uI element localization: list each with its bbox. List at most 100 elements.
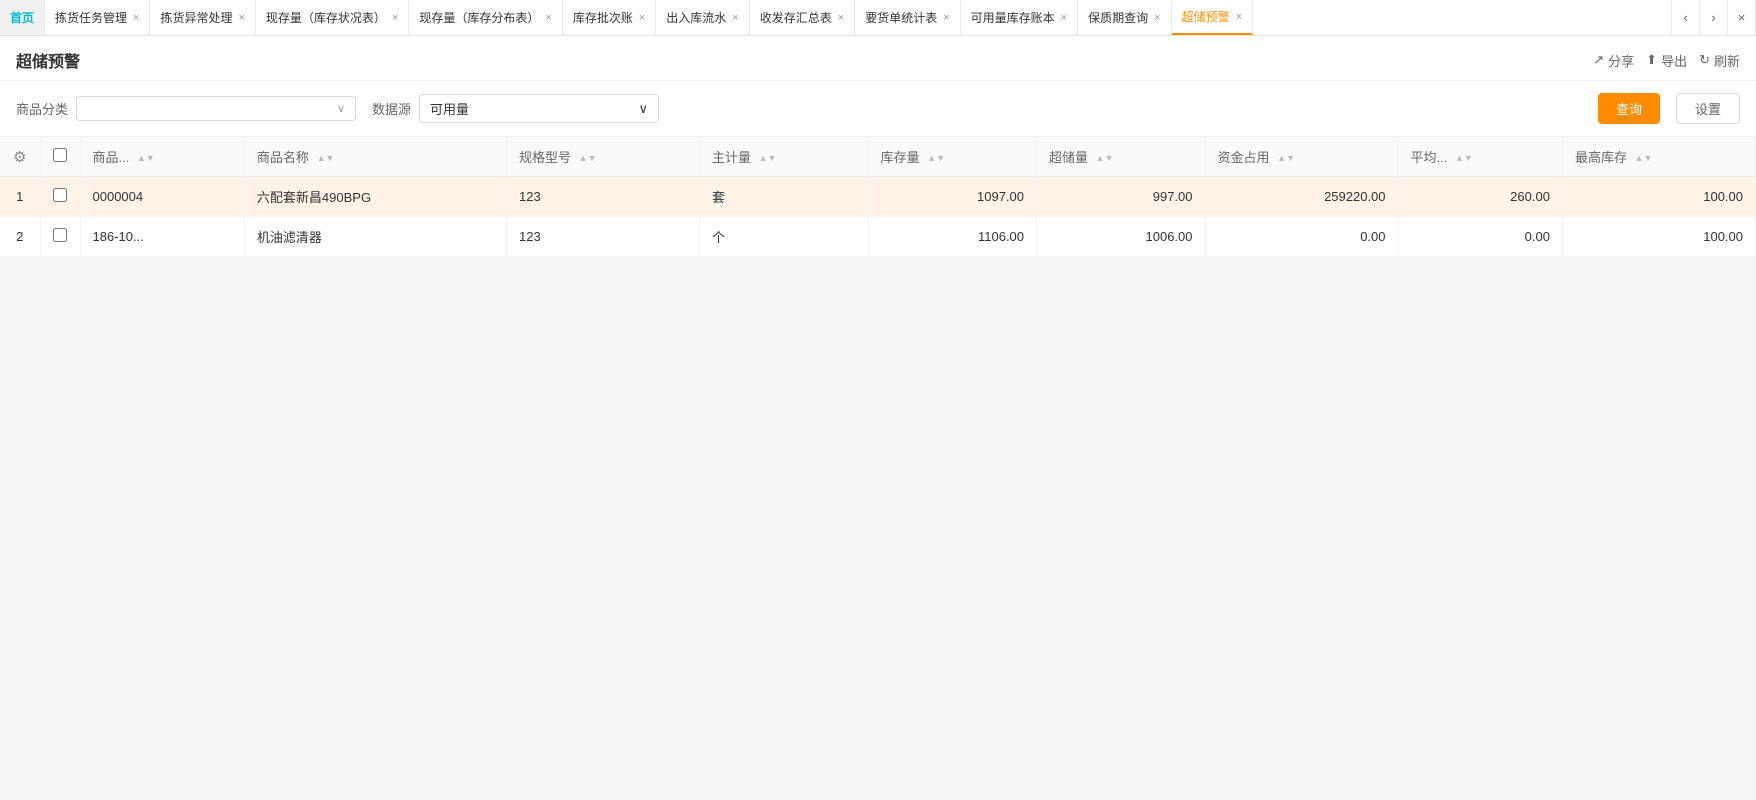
tab-stock-status[interactable]: 现存量（库存状况表）×	[256, 0, 409, 35]
table-row: 2 186-10... 机油滤清器 123 个 1106.00 1006.00 …	[0, 217, 1756, 257]
th-max-label: 最高库存	[1575, 150, 1627, 165]
td-max-0: 100.00	[1562, 177, 1755, 217]
page-header: 超储预警 ↗ 分享 ⬆ 导出 ↻ 刷新	[0, 36, 1756, 81]
td-checkbox-1	[40, 217, 80, 257]
tab-avail-stock[interactable]: 可用量库存账本×	[961, 0, 1078, 35]
refresh-label: 刷新	[1714, 51, 1740, 70]
td-unit-1: 个	[700, 217, 869, 257]
th-code-label: 商品...	[93, 150, 130, 165]
td-avg-1: 0.00	[1398, 217, 1562, 257]
refresh-button[interactable]: ↻ 刷新	[1699, 51, 1740, 70]
tab-expiry[interactable]: 保质期查询×	[1078, 0, 1171, 35]
category-label: 商品分类	[16, 99, 68, 118]
td-index-num-1: 2	[0, 217, 40, 257]
tab-close-inout-flow[interactable]: ×	[732, 12, 738, 24]
datasource-select[interactable]: 可用量 ∨	[419, 94, 659, 123]
th-avg-label: 平均...	[1411, 150, 1448, 165]
page-title: 超储预警	[16, 48, 80, 72]
share-label: 分享	[1608, 51, 1634, 70]
th-capital: 资金占用 ▲▼	[1205, 137, 1398, 177]
td-code-0: 0000004	[80, 177, 244, 217]
nav-arrows: ‹ › ×	[1671, 0, 1756, 35]
th-name: 商品名称 ▲▼	[244, 137, 506, 177]
th-spec-label: 规格型号	[519, 150, 571, 165]
th-code-sort[interactable]: ▲▼	[137, 154, 155, 163]
tab-close-avail-stock[interactable]: ×	[1061, 12, 1067, 24]
nav-next-btn[interactable]: ›	[1700, 0, 1728, 35]
th-stock-sort[interactable]: ▲▼	[927, 154, 945, 163]
tab-summary[interactable]: 收发存汇总表×	[750, 0, 855, 35]
th-max-sort[interactable]: ▲▼	[1635, 154, 1653, 163]
category-arrow-icon: ∨	[337, 102, 345, 115]
td-spec-1: 123	[507, 217, 700, 257]
category-value	[87, 101, 91, 116]
export-button[interactable]: ⬆ 导出	[1646, 51, 1687, 70]
tab-close-stock-batch[interactable]: ×	[639, 12, 645, 24]
filter-bar: 商品分类 ∨ 数据源 可用量 ∨ 查询 设置	[0, 81, 1756, 137]
td-overstock-0: 997.00	[1037, 177, 1206, 217]
datasource-value: 可用量	[430, 99, 469, 118]
th-spec-sort[interactable]: ▲▼	[579, 154, 597, 163]
tab-stock-dist[interactable]: 现存量（库存分布表）×	[409, 0, 562, 35]
settings-button[interactable]: 设置	[1676, 93, 1740, 124]
th-capital-sort[interactable]: ▲▼	[1277, 154, 1295, 163]
tab-close-summary[interactable]: ×	[838, 12, 844, 24]
td-avg-0: 260.00	[1398, 177, 1562, 217]
share-button[interactable]: ↗ 分享	[1593, 51, 1634, 70]
th-stock-label: 库存量	[881, 150, 920, 165]
header-actions: ↗ 分享 ⬆ 导出 ↻ 刷新	[1593, 51, 1740, 70]
th-max: 最高库存 ▲▼	[1562, 137, 1755, 177]
tab-overstock[interactable]: 超储预警×	[1172, 0, 1253, 35]
topbar: 首页拣货任务管理×拣货异常处理×现存量（库存状况表）×现存量（库存分布表）×库存…	[0, 0, 1756, 36]
tab-order-stat[interactable]: 要货单统计表×	[855, 0, 960, 35]
export-label: 导出	[1661, 51, 1687, 70]
select-all-checkbox[interactable]	[53, 148, 67, 162]
th-code: 商品... ▲▼	[80, 137, 244, 177]
tab-inout-flow[interactable]: 出入库流水×	[656, 0, 749, 35]
row-checkbox-1[interactable]	[53, 228, 67, 242]
tab-close-stock-status[interactable]: ×	[392, 12, 398, 24]
tab-stock-batch[interactable]: 库存批次账×	[563, 0, 656, 35]
nav-prev-btn[interactable]: ‹	[1672, 0, 1700, 35]
gear-icon[interactable]: ⚙	[13, 148, 26, 166]
share-icon: ↗	[1593, 52, 1604, 68]
td-overstock-1: 1006.00	[1037, 217, 1206, 257]
th-capital-label: 资金占用	[1218, 150, 1270, 165]
th-unit-sort[interactable]: ▲▼	[759, 154, 777, 163]
query-button[interactable]: 查询	[1598, 93, 1660, 124]
datasource-arrow-icon: ∨	[639, 101, 649, 117]
tab-close-stock-dist[interactable]: ×	[545, 12, 551, 24]
tab-close-pick-exception[interactable]: ×	[238, 12, 244, 24]
tab-home[interactable]: 首页	[0, 0, 45, 35]
td-name-0: 六配套新昌490BPG	[244, 177, 506, 217]
tab-pick-task[interactable]: 拣货任务管理×	[45, 0, 150, 35]
datasource-filter: 数据源 可用量 ∨	[372, 94, 659, 123]
th-stock: 库存量 ▲▼	[868, 137, 1037, 177]
th-overstock-sort[interactable]: ▲▼	[1096, 154, 1114, 163]
td-name-1: 机油滤清器	[244, 217, 506, 257]
th-checkbox	[40, 137, 80, 177]
th-unit: 主计量 ▲▼	[700, 137, 869, 177]
export-icon: ⬆	[1646, 52, 1657, 68]
td-stock-1: 1106.00	[868, 217, 1037, 257]
td-stock-0: 1097.00	[868, 177, 1037, 217]
th-overstock-label: 超储量	[1049, 150, 1088, 165]
tab-close-pick-task[interactable]: ×	[133, 12, 139, 24]
th-gear: ⚙	[0, 137, 40, 177]
tab-close-expiry[interactable]: ×	[1154, 12, 1160, 24]
tab-close-order-stat[interactable]: ×	[943, 12, 949, 24]
td-max-1: 100.00	[1562, 217, 1755, 257]
main-content: 超储预警 ↗ 分享 ⬆ 导出 ↻ 刷新 商品分类 ∨ 数据源	[0, 36, 1756, 257]
table-header-row: ⚙ 商品... ▲▼ 商品名称 ▲▼ 规格型号 ▲▼	[0, 137, 1756, 177]
tab-pick-exception[interactable]: 拣货异常处理×	[150, 0, 255, 35]
th-avg-sort[interactable]: ▲▼	[1455, 154, 1473, 163]
nav-close-btn[interactable]: ×	[1728, 0, 1756, 35]
category-select[interactable]: ∨	[76, 96, 356, 121]
td-checkbox-0	[40, 177, 80, 217]
th-name-sort[interactable]: ▲▼	[317, 154, 335, 163]
td-index-num-0: 1	[0, 177, 40, 217]
tab-close-overstock[interactable]: ×	[1236, 11, 1242, 23]
td-spec-0: 123	[507, 177, 700, 217]
refresh-icon: ↻	[1699, 52, 1710, 68]
row-checkbox-0[interactable]	[53, 188, 67, 202]
